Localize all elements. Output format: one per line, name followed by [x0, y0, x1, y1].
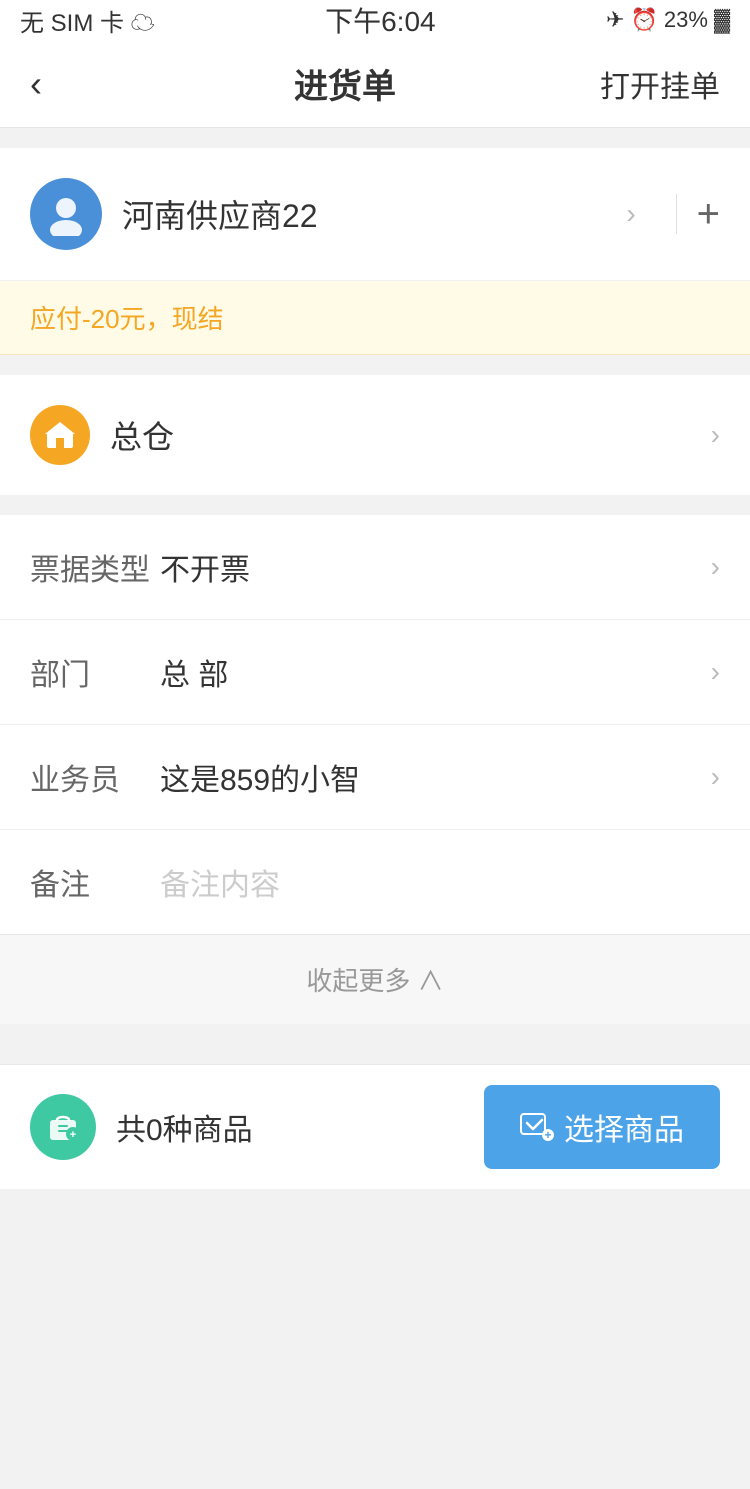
salesperson-row[interactable]: 业务员 这是859的小智 ›	[0, 724, 750, 829]
form-card: 票据类型 不开票 › 部门 总 部 › 业务员 这是859的小智 › 备注 备注…	[0, 515, 750, 1024]
gap-2	[0, 355, 750, 375]
battery-icon: ▓	[714, 7, 730, 33]
supplier-row[interactable]: 河南供应商22 › +	[0, 148, 750, 281]
remark-input[interactable]: 备注内容	[160, 860, 720, 904]
supplier-card: 河南供应商22 › + 应付-20元，现结	[0, 148, 750, 355]
ticket-type-row[interactable]: 票据类型 不开票 ›	[0, 515, 750, 619]
svg-text:+: +	[70, 1129, 76, 1141]
product-bar: + 共0种商品 + 选择商品	[0, 1064, 750, 1189]
status-right: ✈ ⏰ 23% ▓	[606, 7, 730, 33]
ticket-type-chevron-icon: ›	[711, 551, 720, 583]
status-bar: 无 SIM 卡 ☁ 下午6:04 ✈ ⏰ 23% ▓	[0, 0, 750, 40]
remark-label: 备注	[30, 860, 160, 904]
gap-3	[0, 495, 750, 515]
status-left: 无 SIM 卡 ☁	[20, 3, 155, 38]
bottom-fill	[0, 1189, 750, 1489]
department-label: 部门	[30, 650, 160, 694]
select-product-label: 选择商品	[564, 1105, 684, 1149]
department-value: 总 部	[160, 650, 711, 694]
product-count: 共0种商品	[116, 1105, 484, 1149]
warehouse-icon	[30, 405, 90, 465]
supplier-name: 河南供应商22	[122, 191, 626, 237]
warehouse-card: 总仓 ›	[0, 375, 750, 495]
warehouse-row[interactable]: 总仓 ›	[0, 375, 750, 495]
supplier-chevron-icon: ›	[626, 198, 635, 230]
salesperson-value: 这是859的小智	[160, 755, 711, 799]
status-time: 下午6:04	[325, 0, 436, 40]
alarm-icon: ⏰	[630, 7, 657, 33]
nav-bar: ‹ 进货单 打开挂单	[0, 40, 750, 128]
warehouse-chevron-icon: ›	[711, 419, 720, 451]
page-title: 进货单	[294, 59, 396, 108]
gap-1	[0, 128, 750, 148]
warehouse-name: 总仓	[110, 412, 711, 458]
department-row[interactable]: 部门 总 部 ›	[0, 619, 750, 724]
open-pending-button[interactable]: 打开挂单	[600, 62, 720, 106]
svg-text:+: +	[544, 1128, 551, 1141]
salesperson-label: 业务员	[30, 755, 160, 799]
location-icon: ✈	[606, 7, 624, 33]
battery-label: 23%	[664, 7, 708, 33]
collapse-label: 收起更多 ∧	[306, 961, 443, 998]
collapse-row[interactable]: 收起更多 ∧	[0, 934, 750, 1024]
salesperson-chevron-icon: ›	[711, 761, 720, 793]
product-icon: +	[30, 1094, 96, 1160]
sim-label: 无 SIM 卡 ☁	[20, 3, 155, 38]
ticket-type-value: 不开票	[160, 545, 711, 589]
ticket-type-label: 票据类型	[30, 545, 160, 589]
remark-row[interactable]: 备注 备注内容	[0, 829, 750, 934]
notice-text: 应付-20元，现结	[30, 304, 224, 334]
select-product-button[interactable]: + 选择商品	[484, 1085, 720, 1169]
back-button[interactable]: ‹	[30, 63, 90, 105]
notice-bar: 应付-20元，现结	[0, 281, 750, 355]
add-supplier-button[interactable]: +	[697, 194, 720, 234]
supplier-avatar	[30, 178, 102, 250]
department-chevron-icon: ›	[711, 656, 720, 688]
supplier-divider	[676, 194, 677, 234]
gap-4	[0, 1024, 750, 1044]
